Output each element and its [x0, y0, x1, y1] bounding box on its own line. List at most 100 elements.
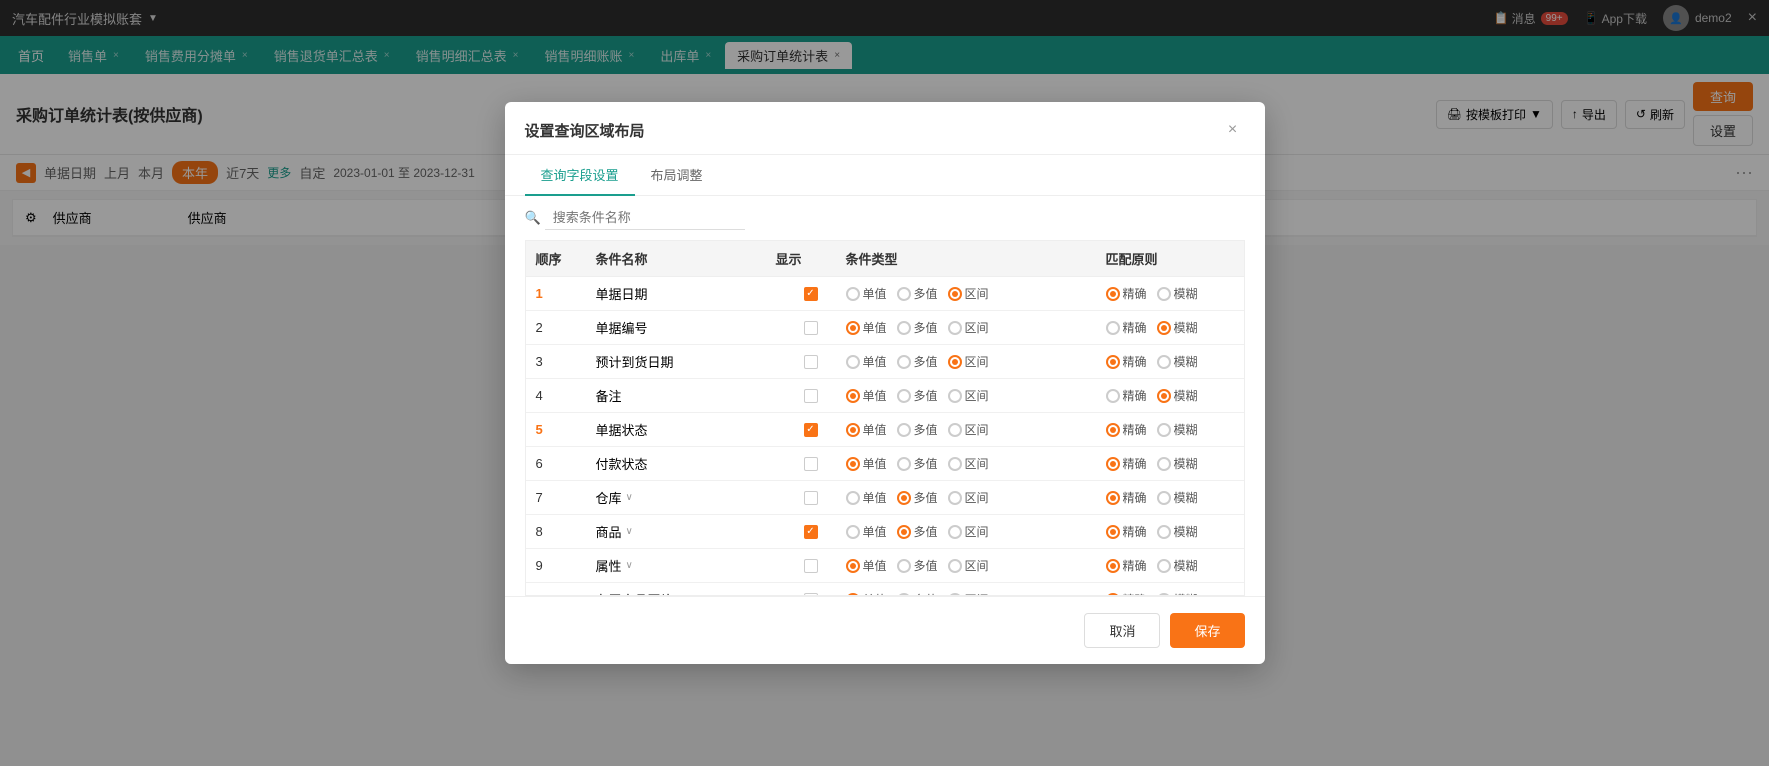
radio-fuzzy[interactable]	[1157, 559, 1171, 573]
radio-fuzzy[interactable]	[1157, 355, 1171, 369]
display-checkbox[interactable]	[776, 423, 846, 437]
radio-exact[interactable]	[1106, 491, 1120, 505]
display-checkbox[interactable]	[776, 525, 846, 539]
radio-range[interactable]	[948, 491, 962, 505]
match-fuzzy-option[interactable]: 模糊	[1157, 489, 1198, 506]
radio-range[interactable]	[948, 559, 962, 573]
radio-single[interactable]	[846, 457, 860, 471]
display-checkbox[interactable]	[776, 457, 846, 471]
radio-exact[interactable]	[1106, 389, 1120, 403]
radio-fuzzy[interactable]	[1157, 423, 1171, 437]
search-input[interactable]	[545, 206, 745, 230]
radio-single[interactable]	[846, 287, 860, 301]
match-exact-option[interactable]: 精确	[1106, 523, 1147, 540]
radio-fuzzy[interactable]	[1157, 321, 1171, 335]
radio-exact[interactable]	[1106, 525, 1120, 539]
type-single-option[interactable]: 单值	[846, 353, 887, 370]
modal-close-button[interactable]: ×	[1221, 118, 1245, 142]
type-multi-option[interactable]: 多值	[897, 489, 938, 506]
type-range-option[interactable]: 区间	[948, 455, 989, 472]
match-exact-option[interactable]: 精确	[1106, 455, 1147, 472]
radio-multi[interactable]	[897, 525, 911, 539]
type-single-option[interactable]: 单值	[846, 319, 887, 336]
radio-single[interactable]	[846, 423, 860, 437]
checkbox[interactable]	[804, 559, 818, 573]
checkbox[interactable]	[804, 457, 818, 471]
radio-fuzzy[interactable]	[1157, 287, 1171, 301]
match-exact-option[interactable]: 精确	[1106, 353, 1147, 370]
radio-single[interactable]	[846, 491, 860, 505]
type-range-option[interactable]: 区间	[948, 387, 989, 404]
type-multi-option[interactable]: 多值	[897, 285, 938, 302]
checkbox[interactable]	[804, 423, 818, 437]
radio-multi[interactable]	[897, 355, 911, 369]
radio-fuzzy[interactable]	[1157, 457, 1171, 471]
radio-exact[interactable]	[1106, 355, 1120, 369]
type-single-option[interactable]: 单值	[846, 489, 887, 506]
type-range-option[interactable]: 区间	[948, 489, 989, 506]
match-fuzzy-option[interactable]: 模糊	[1157, 557, 1198, 574]
cancel-button[interactable]: 取消	[1084, 613, 1160, 648]
radio-range[interactable]	[948, 457, 962, 471]
radio-fuzzy[interactable]	[1157, 525, 1171, 539]
checkbox[interactable]	[804, 525, 818, 539]
type-single-option[interactable]: 单值	[846, 557, 887, 574]
type-range-option[interactable]: 区间	[948, 353, 989, 370]
match-fuzzy-option[interactable]: 模糊	[1157, 455, 1198, 472]
radio-range[interactable]	[948, 321, 962, 335]
radio-fuzzy[interactable]	[1157, 491, 1171, 505]
radio-range[interactable]	[948, 423, 962, 437]
type-multi-option[interactable]: 多值	[897, 455, 938, 472]
match-exact-option[interactable]: 精确	[1106, 319, 1147, 336]
type-single-option[interactable]: 单值	[846, 523, 887, 540]
type-range-option[interactable]: 区间	[948, 285, 989, 302]
type-single-option[interactable]: 单值	[846, 285, 887, 302]
match-exact-option[interactable]: 精确	[1106, 387, 1147, 404]
radio-multi[interactable]	[897, 457, 911, 471]
checkbox[interactable]	[804, 287, 818, 301]
radio-single[interactable]	[846, 389, 860, 403]
match-exact-option[interactable]: 精确	[1106, 285, 1147, 302]
modal-tab-layout[interactable]: 布局调整	[635, 155, 719, 196]
radio-fuzzy[interactable]	[1157, 389, 1171, 403]
radio-exact[interactable]	[1106, 457, 1120, 471]
radio-multi[interactable]	[897, 491, 911, 505]
type-multi-option[interactable]: 多值	[897, 557, 938, 574]
match-fuzzy-option[interactable]: 模糊	[1157, 319, 1198, 336]
radio-single[interactable]	[846, 321, 860, 335]
match-fuzzy-option[interactable]: 模糊	[1157, 285, 1198, 302]
match-fuzzy-option[interactable]: 模糊	[1157, 421, 1198, 438]
display-checkbox[interactable]	[776, 559, 846, 573]
match-fuzzy-option[interactable]: 模糊	[1157, 387, 1198, 404]
display-checkbox[interactable]	[776, 389, 846, 403]
radio-multi[interactable]	[897, 287, 911, 301]
radio-exact[interactable]	[1106, 321, 1120, 335]
checkbox[interactable]	[804, 355, 818, 369]
radio-exact[interactable]	[1106, 423, 1120, 437]
type-range-option[interactable]: 区间	[948, 557, 989, 574]
type-multi-option[interactable]: 多值	[897, 421, 938, 438]
display-checkbox[interactable]	[776, 491, 846, 505]
radio-exact[interactable]	[1106, 559, 1120, 573]
match-fuzzy-option[interactable]: 模糊	[1157, 353, 1198, 370]
radio-multi[interactable]	[897, 389, 911, 403]
type-single-option[interactable]: 单值	[846, 387, 887, 404]
type-multi-option[interactable]: 多值	[897, 353, 938, 370]
checkbox[interactable]	[804, 321, 818, 335]
type-multi-option[interactable]: 多值	[897, 387, 938, 404]
checkbox[interactable]	[804, 491, 818, 505]
match-exact-option[interactable]: 精确	[1106, 421, 1147, 438]
display-checkbox[interactable]	[776, 321, 846, 335]
radio-multi[interactable]	[897, 559, 911, 573]
radio-range[interactable]	[948, 287, 962, 301]
radio-range[interactable]	[948, 355, 962, 369]
radio-range[interactable]	[948, 525, 962, 539]
type-range-option[interactable]: 区间	[948, 523, 989, 540]
match-exact-option[interactable]: 精确	[1106, 489, 1147, 506]
radio-multi[interactable]	[897, 423, 911, 437]
type-multi-option[interactable]: 多值	[897, 523, 938, 540]
match-fuzzy-option[interactable]: 模糊	[1157, 523, 1198, 540]
type-single-option[interactable]: 单值	[846, 455, 887, 472]
type-range-option[interactable]: 区间	[948, 421, 989, 438]
match-exact-option[interactable]: 精确	[1106, 557, 1147, 574]
